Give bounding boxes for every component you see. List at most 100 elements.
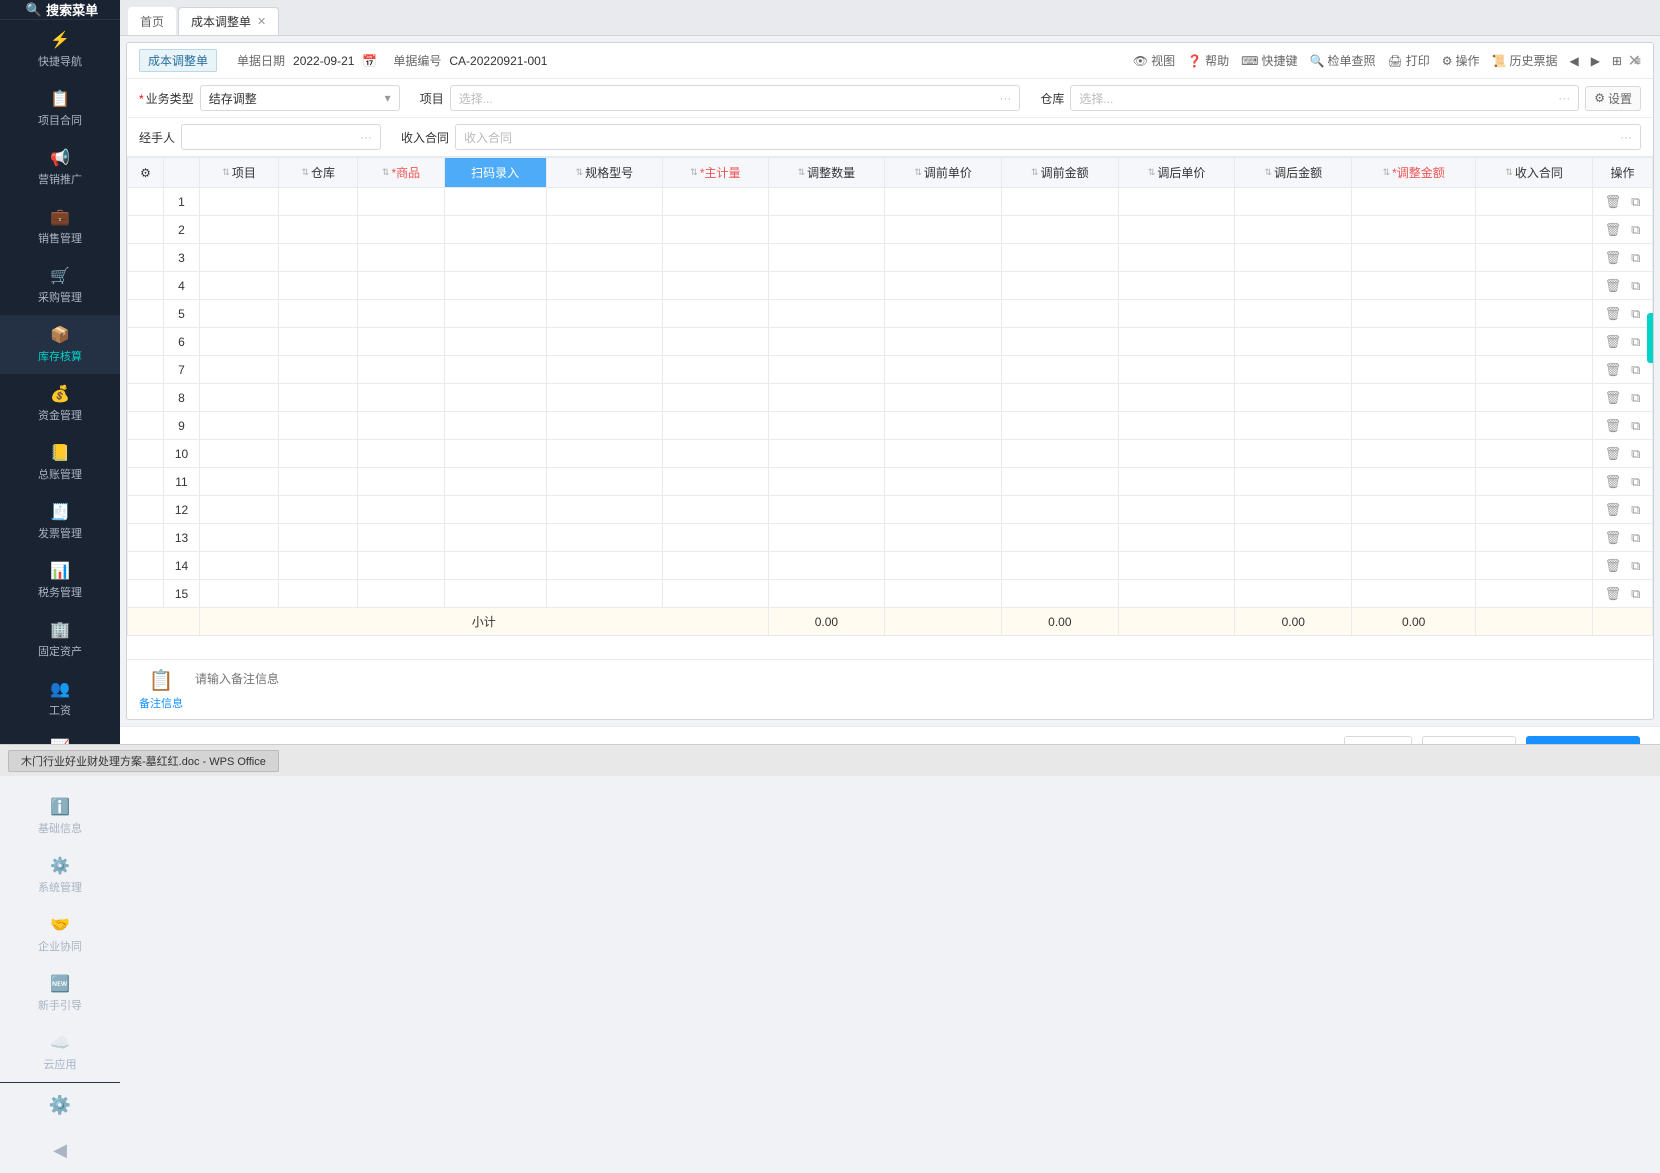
cell-before-price-12[interactable]: [885, 496, 1002, 524]
cell-warehouse-8[interactable]: [279, 384, 358, 412]
cell-after-price-10[interactable]: [1118, 440, 1235, 468]
sidebar-item-new-guide[interactable]: 🆕新手引导: [0, 964, 120, 1023]
cell-adj-amt-12[interactable]: [1352, 496, 1476, 524]
cell-adj-qty-12[interactable]: [768, 496, 885, 524]
cell-warehouse-4[interactable]: [279, 272, 358, 300]
cell-warehouse-6[interactable]: [279, 328, 358, 356]
cell-after-amt-14[interactable]: [1235, 552, 1352, 580]
toolbar-nav-prev[interactable]: ◀: [1569, 54, 1578, 68]
cell-income-contract-3[interactable]: [1476, 244, 1593, 272]
cell-spec-12[interactable]: [546, 496, 663, 524]
col-warehouse[interactable]: ⇅仓库: [279, 158, 358, 188]
row-delete-13[interactable]: 🗑: [1602, 529, 1625, 547]
toolbar-shortcut[interactable]: ⌨ 快捷键: [1241, 52, 1297, 69]
cell-unit-9[interactable]: [663, 412, 768, 440]
sidebar-item-quick-nav[interactable]: ⚡快捷导航: [0, 20, 120, 79]
cell-goods-1[interactable]: [358, 188, 444, 216]
cell-before-price-9[interactable]: [885, 412, 1002, 440]
cell-unit-13[interactable]: [663, 524, 768, 552]
sidebar-item-biz-collab[interactable]: 🤝企业协同: [0, 905, 120, 964]
cell-after-amt-1[interactable]: [1235, 188, 1352, 216]
toolbar-print[interactable]: 🖨 打印: [1387, 52, 1429, 69]
cell-spec-11[interactable]: [546, 468, 663, 496]
cell-adj-qty-6[interactable]: [768, 328, 885, 356]
cell-unit-7[interactable]: [663, 356, 768, 384]
cell-after-amt-3[interactable]: [1235, 244, 1352, 272]
col-income-contract[interactable]: ⇅收入合同: [1476, 158, 1593, 188]
cell-goods-4[interactable]: [358, 272, 444, 300]
cell-spec-9[interactable]: [546, 412, 663, 440]
row-copy-5[interactable]: ⧉: [1628, 305, 1643, 323]
cell-after-amt-2[interactable]: [1235, 216, 1352, 244]
cell-before-amt-10[interactable]: [1001, 440, 1118, 468]
cell-after-price-2[interactable]: [1118, 216, 1235, 244]
sidebar-item-basic-info[interactable]: ℹ️基础信息: [0, 787, 120, 846]
cell-after-amt-5[interactable]: [1235, 300, 1352, 328]
row-copy-3[interactable]: ⧉: [1628, 249, 1643, 267]
cell-after-price-11[interactable]: [1118, 468, 1235, 496]
row-copy-13[interactable]: ⧉: [1628, 529, 1643, 547]
toolbar-view[interactable]: 👁 视图: [1133, 52, 1175, 69]
col-after-amt[interactable]: ⇅调后金额: [1235, 158, 1352, 188]
cell-adj-amt-3[interactable]: [1352, 244, 1476, 272]
cell-adj-qty-8[interactable]: [768, 384, 885, 412]
cell-after-price-14[interactable]: [1118, 552, 1235, 580]
cell-scan-10[interactable]: [444, 440, 546, 468]
cell-warehouse-3[interactable]: [279, 244, 358, 272]
cell-scan-8[interactable]: [444, 384, 546, 412]
sidebar-item-funds-mgmt[interactable]: 💰资金管理: [0, 374, 120, 433]
cell-unit-6[interactable]: [663, 328, 768, 356]
cell-after-amt-4[interactable]: [1235, 272, 1352, 300]
warehouse-input[interactable]: 选择... ···: [1070, 85, 1579, 111]
sidebar-item-payroll[interactable]: 👥工资: [0, 669, 120, 728]
cell-adj-qty-3[interactable]: [768, 244, 885, 272]
cell-after-amt-13[interactable]: [1235, 524, 1352, 552]
col-unit[interactable]: ⇅*主计量: [663, 158, 768, 188]
col-adj-qty[interactable]: ⇅调整数量: [768, 158, 885, 188]
cell-goods-10[interactable]: [358, 440, 444, 468]
cell-after-amt-7[interactable]: [1235, 356, 1352, 384]
cell-warehouse-10[interactable]: [279, 440, 358, 468]
row-copy-4[interactable]: ⧉: [1628, 277, 1643, 295]
cell-after-price-4[interactable]: [1118, 272, 1235, 300]
sidebar-item-purchase-mgmt[interactable]: 🛒采购管理: [0, 256, 120, 315]
cell-before-amt-5[interactable]: [1001, 300, 1118, 328]
cell-adj-amt-2[interactable]: [1352, 216, 1476, 244]
sidebar-item-sys-mgmt[interactable]: ⚙️系统管理: [0, 846, 120, 905]
cell-before-price-4[interactable]: [885, 272, 1002, 300]
cell-unit-12[interactable]: [663, 496, 768, 524]
row-copy-7[interactable]: ⧉: [1628, 361, 1643, 379]
col-project[interactable]: ⇅项目: [200, 158, 279, 188]
settings-btn[interactable]: ⚙ 设置: [1585, 86, 1641, 111]
cell-scan-15[interactable]: [444, 580, 546, 608]
col-after-price[interactable]: ⇅调后单价: [1118, 158, 1235, 188]
cell-before-amt-9[interactable]: [1001, 412, 1118, 440]
row-delete-11[interactable]: 🗑: [1602, 473, 1625, 491]
cell-spec-15[interactable]: [546, 580, 663, 608]
cell-before-amt-8[interactable]: [1001, 384, 1118, 412]
col-goods[interactable]: ⇅*商品: [358, 158, 444, 188]
cell-warehouse-1[interactable]: [279, 188, 358, 216]
col-adj-amt[interactable]: ⇅*调整金额: [1352, 158, 1476, 188]
cell-project-13[interactable]: [200, 524, 279, 552]
cell-after-price-1[interactable]: [1118, 188, 1235, 216]
cell-before-price-13[interactable]: [885, 524, 1002, 552]
sidebar-item-tax-mgmt[interactable]: 📊税务管理: [0, 551, 120, 610]
row-delete-10[interactable]: 🗑: [1602, 445, 1625, 463]
toolbar-help[interactable]: ❓ 帮助: [1187, 52, 1229, 69]
cell-goods-6[interactable]: [358, 328, 444, 356]
toolbar-history[interactable]: 📜 历史票据: [1491, 52, 1557, 69]
tab-home[interactable]: 首页: [128, 7, 176, 35]
cell-adj-amt-10[interactable]: [1352, 440, 1476, 468]
cell-before-price-5[interactable]: [885, 300, 1002, 328]
cell-adj-amt-1[interactable]: [1352, 188, 1476, 216]
row-copy-11[interactable]: ⧉: [1628, 473, 1643, 491]
cell-scan-2[interactable]: [444, 216, 546, 244]
row-delete-9[interactable]: 🗑: [1602, 417, 1625, 435]
sidebar-item-inventory-calc[interactable]: 📦库存核算: [0, 315, 120, 374]
row-copy-9[interactable]: ⧉: [1628, 417, 1643, 435]
cell-unit-3[interactable]: [663, 244, 768, 272]
col-spec[interactable]: ⇅规格型号: [546, 158, 663, 188]
cell-goods-11[interactable]: [358, 468, 444, 496]
toolbar-ops[interactable]: ⚙ 操作: [1442, 52, 1480, 69]
